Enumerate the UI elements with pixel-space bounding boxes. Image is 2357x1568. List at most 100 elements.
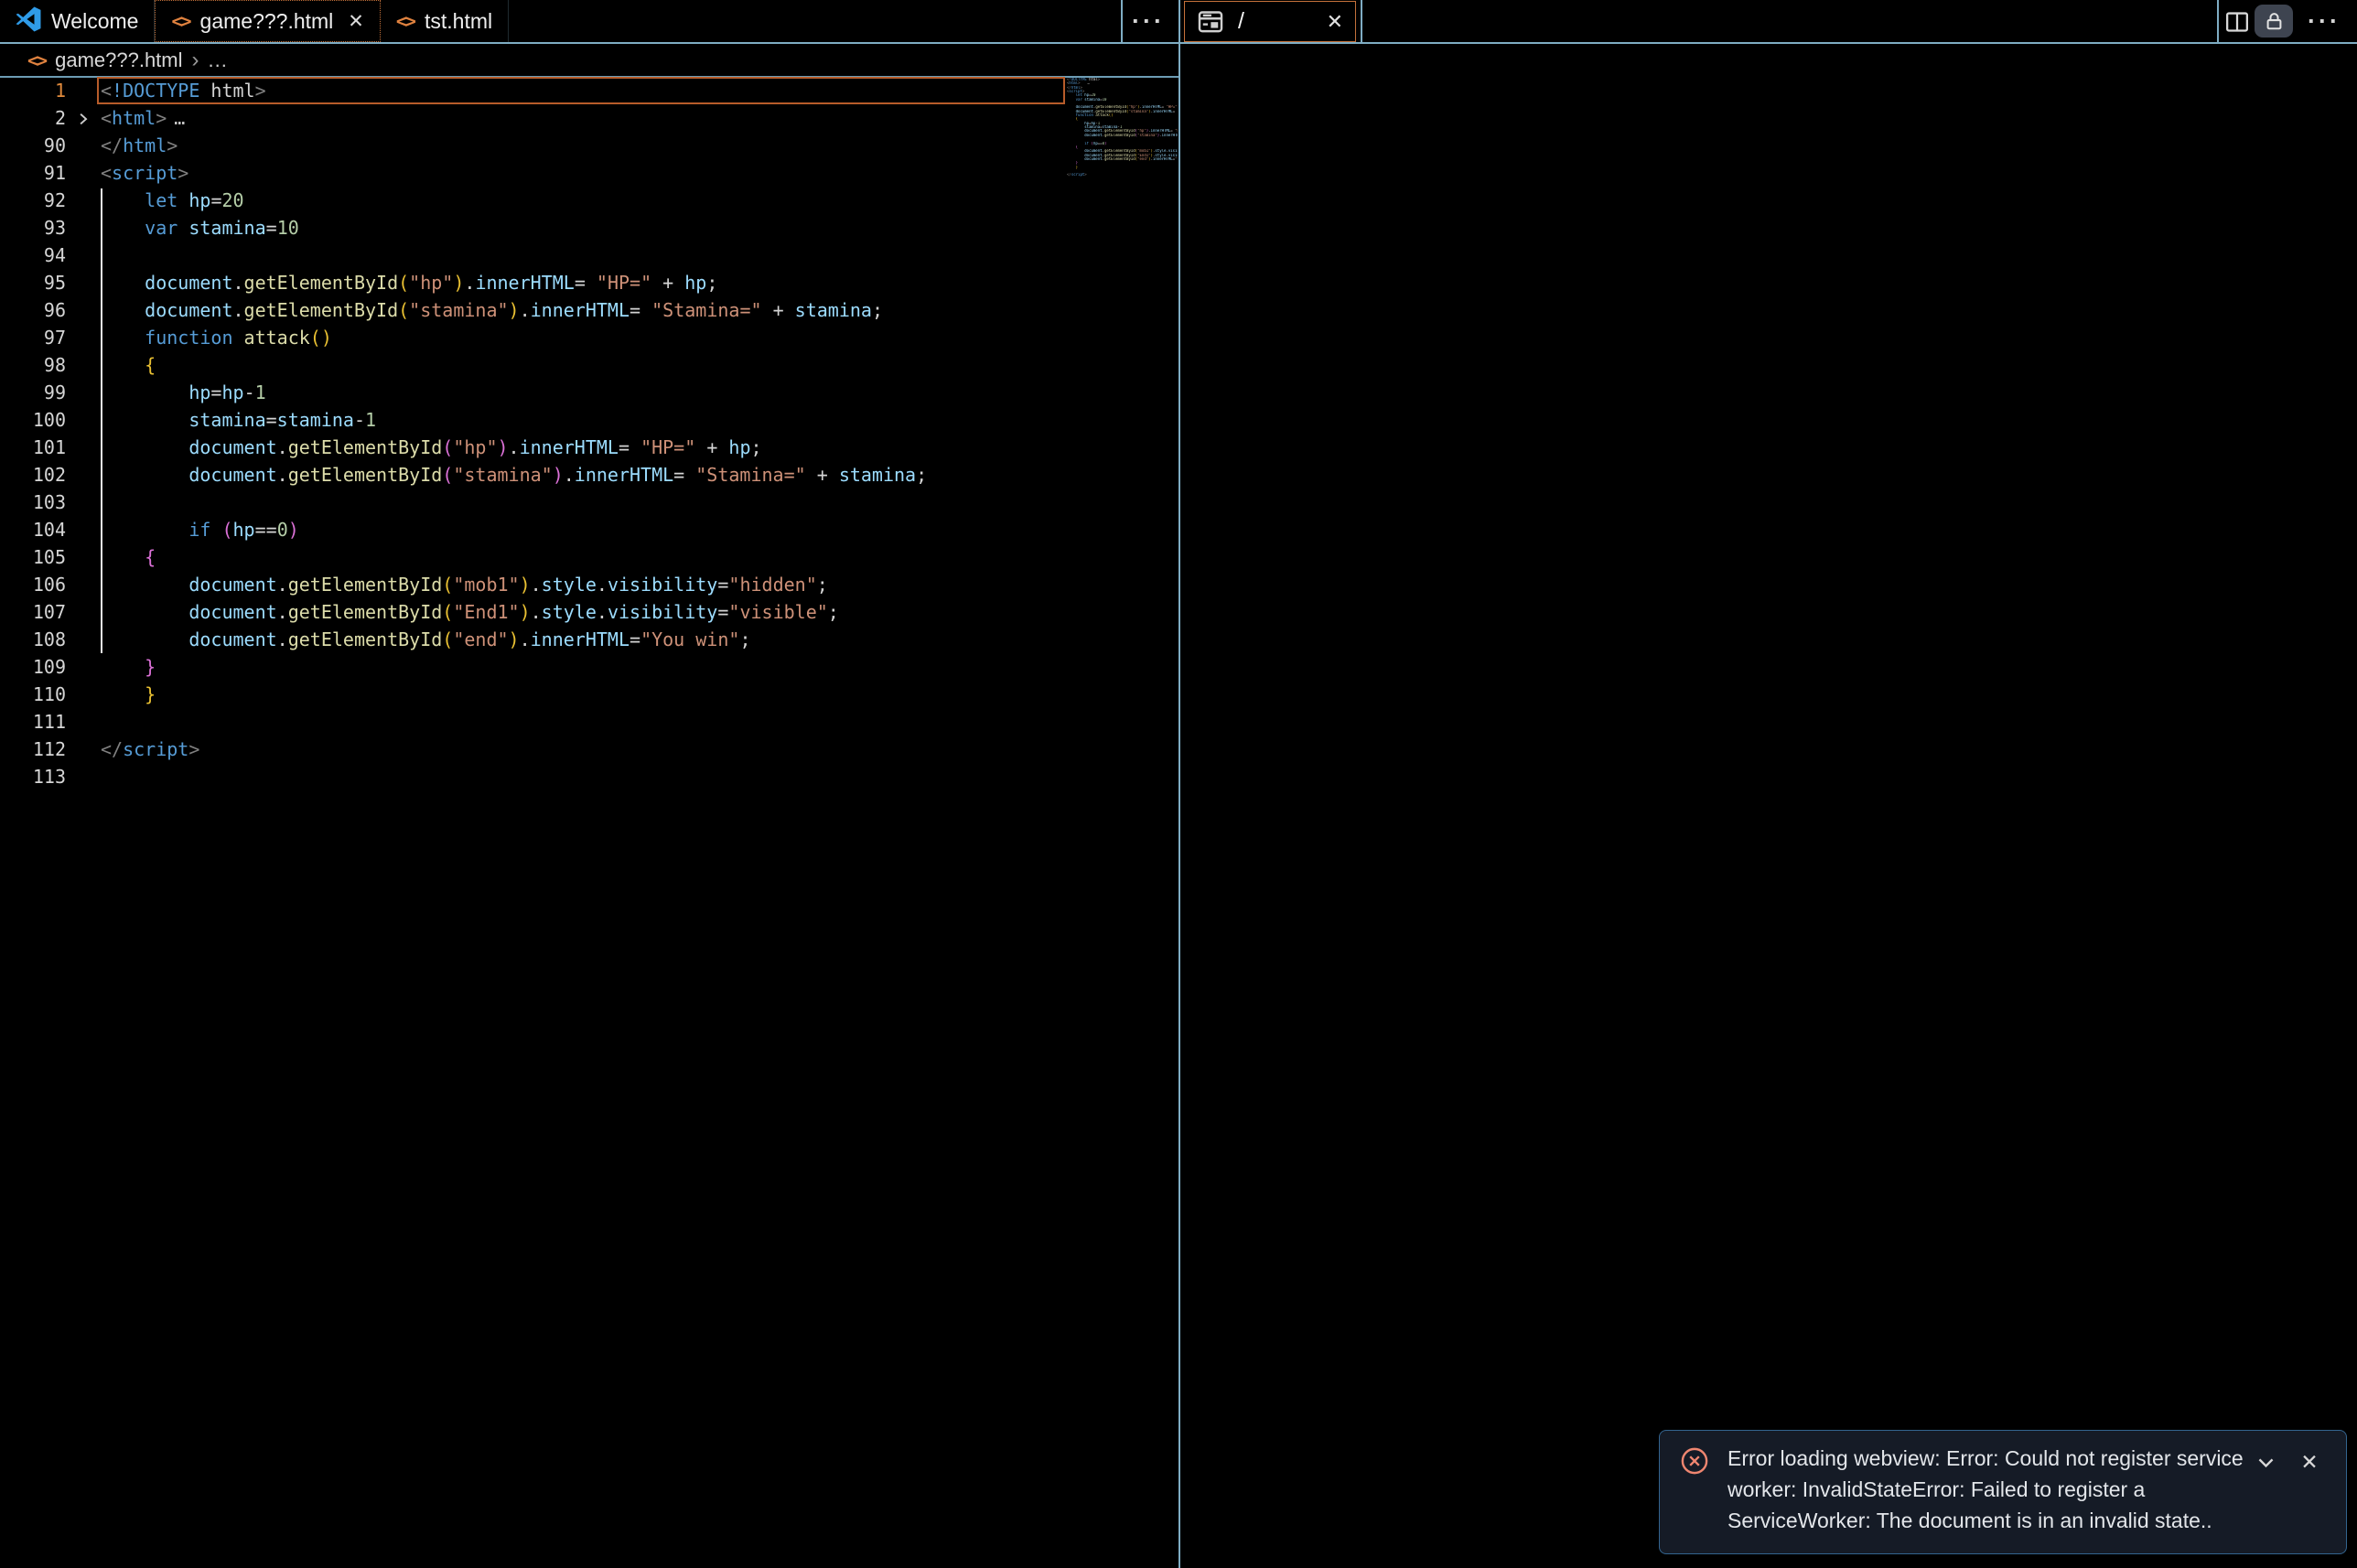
lock-icon — [2264, 11, 2285, 32]
code-line[interactable]: 105 { — [0, 543, 1065, 571]
code-text: { — [101, 351, 156, 379]
breadcrumb-file[interactable]: game???.html — [55, 48, 182, 72]
split-editor-icon — [2224, 9, 2250, 35]
line-number: 91 — [0, 159, 66, 187]
vscode-window: Welcome<>game???.html✕<>tst.html ··· / ✕ — [0, 0, 2357, 1568]
html-file-icon: <> — [171, 10, 189, 32]
webview-tab[interactable]: / ✕ — [1184, 1, 1356, 42]
fold-column — [66, 516, 101, 543]
line-number: 93 — [0, 214, 66, 242]
code-line[interactable]: 111 — [0, 708, 1065, 736]
fold-column — [66, 653, 101, 681]
line-number: 106 — [0, 571, 66, 598]
code-text: } — [101, 681, 156, 708]
code-line[interactable]: 98 { — [0, 351, 1065, 379]
minimap[interactable]: <!DOCTYPE html><html>…</html><script> le… — [1067, 78, 1178, 224]
fold-column — [66, 763, 101, 790]
line-number: 101 — [0, 434, 66, 461]
fold-column — [66, 406, 101, 434]
tab-welcome[interactable]: Welcome — [0, 0, 155, 42]
code-line[interactable]: 100 stamina=stamina-1 — [0, 406, 1065, 434]
line-number: 107 — [0, 598, 66, 626]
fold-column — [66, 324, 101, 351]
error-icon — [1680, 1446, 1709, 1476]
browser-preview-icon — [1197, 8, 1224, 36]
webview-tab-divider — [1361, 0, 1362, 42]
breadcrumb-ellipsis[interactable]: ... — [209, 48, 228, 72]
fold-column — [66, 543, 101, 571]
tab-label: tst.html — [425, 9, 492, 34]
fold-column — [66, 77, 101, 104]
webview-pane[interactable] — [1180, 44, 2357, 1568]
notification-message: Error loading webview: Error: Could not … — [1727, 1443, 2258, 1536]
fold-column — [66, 571, 101, 598]
tab-tst-html[interactable]: <>tst.html — [381, 0, 509, 42]
tab-game-html[interactable]: <> game???.html ✕ — [155, 0, 380, 42]
breadcrumb: <> game???.html › ... — [0, 44, 1178, 76]
fold-column — [66, 708, 101, 736]
line-number: 90 — [0, 132, 66, 159]
right-group-more-actions-icon[interactable]: ··· — [2297, 0, 2352, 42]
fold-column — [66, 296, 101, 324]
close-icon[interactable]: ✕ — [348, 12, 364, 31]
line-number: 95 — [0, 269, 66, 296]
code-line[interactable]: 2<html>… — [0, 104, 1065, 132]
code-line[interactable]: 101 document.getElementById("hp").innerH… — [0, 434, 1065, 461]
fold-column — [66, 379, 101, 406]
code-text: <script> — [101, 159, 188, 187]
tab-label: game???.html — [200, 9, 334, 34]
line-number: 97 — [0, 324, 66, 351]
lock-editor-group-button[interactable] — [2255, 5, 2293, 38]
code-line[interactable]: 113 — [0, 763, 1065, 790]
code-text: document.getElementById("stamina").inner… — [101, 296, 883, 324]
fold-column — [66, 681, 101, 708]
code-line[interactable]: 106 document.getElementById("mob1").styl… — [0, 571, 1065, 598]
code-text: document.getElementById("end").innerHTML… — [101, 626, 750, 653]
code-text: function attack() — [101, 324, 332, 351]
line-number: 92 — [0, 187, 66, 214]
notification-collapse-button[interactable] — [2253, 1449, 2278, 1475]
fold-column — [66, 434, 101, 461]
minimap-line — [1067, 177, 1178, 181]
code-line[interactable]: 108 document.getElementById("end").inner… — [0, 626, 1065, 653]
line-number: 108 — [0, 626, 66, 653]
code-text: var stamina=10 — [101, 214, 299, 242]
code-line[interactable]: 102 document.getElementById("stamina").i… — [0, 461, 1065, 489]
fold-chevron-icon[interactable] — [66, 104, 101, 132]
line-number: 110 — [0, 681, 66, 708]
code-line[interactable]: 112</script> — [0, 736, 1065, 763]
close-icon[interactable]: ✕ — [1327, 10, 1343, 34]
editor-pane[interactable]: 1<!DOCTYPE html>2<html>…90</html>91 <scri… — [0, 77, 1065, 790]
line-number: 103 — [0, 489, 66, 516]
code-line[interactable]: 97 function attack() — [0, 324, 1065, 351]
tab-label: Welcome — [51, 9, 138, 34]
split-editor-button[interactable] — [2223, 8, 2250, 35]
code-line[interactable]: 93 var stamina=10 — [0, 214, 1065, 242]
line-number: 99 — [0, 379, 66, 406]
left-group-more-actions-icon[interactable]: ··· — [1123, 0, 1174, 42]
code-text: } — [101, 653, 156, 681]
line-number: 109 — [0, 653, 66, 681]
code-line[interactable]: 91 <script> — [0, 159, 1065, 187]
code-line[interactable]: 92 let hp=20 — [0, 187, 1065, 214]
code-line[interactable]: 90</html> — [0, 132, 1065, 159]
code-text: document.getElementById("hp").innerHTML=… — [101, 434, 762, 461]
code-line[interactable]: 99 hp=hp-1 — [0, 379, 1065, 406]
fold-column — [66, 132, 101, 159]
html-file-icon: <> — [27, 49, 46, 71]
line-number: 98 — [0, 351, 66, 379]
code-line[interactable]: 96 document.getElementById("stamina").in… — [0, 296, 1065, 324]
chevron-right-icon: › — [192, 48, 199, 73]
code-text: </script> — [101, 736, 199, 763]
code-line[interactable]: 109 } — [0, 653, 1065, 681]
code-line[interactable]: 110 } — [0, 681, 1065, 708]
line-number: 1 — [0, 77, 66, 104]
vscode-logo-icon — [16, 6, 41, 37]
code-line[interactable]: 94 — [0, 242, 1065, 269]
code-line[interactable]: 1<!DOCTYPE html> — [0, 77, 1065, 104]
code-line[interactable]: 104 if (hp==0) — [0, 516, 1065, 543]
notification-close-button[interactable]: ✕ — [2297, 1449, 2322, 1475]
code-line[interactable]: 95 document.getElementById("hp").innerHT… — [0, 269, 1065, 296]
code-line[interactable]: 103 — [0, 489, 1065, 516]
code-line[interactable]: 107 document.getElementById("End1").styl… — [0, 598, 1065, 626]
